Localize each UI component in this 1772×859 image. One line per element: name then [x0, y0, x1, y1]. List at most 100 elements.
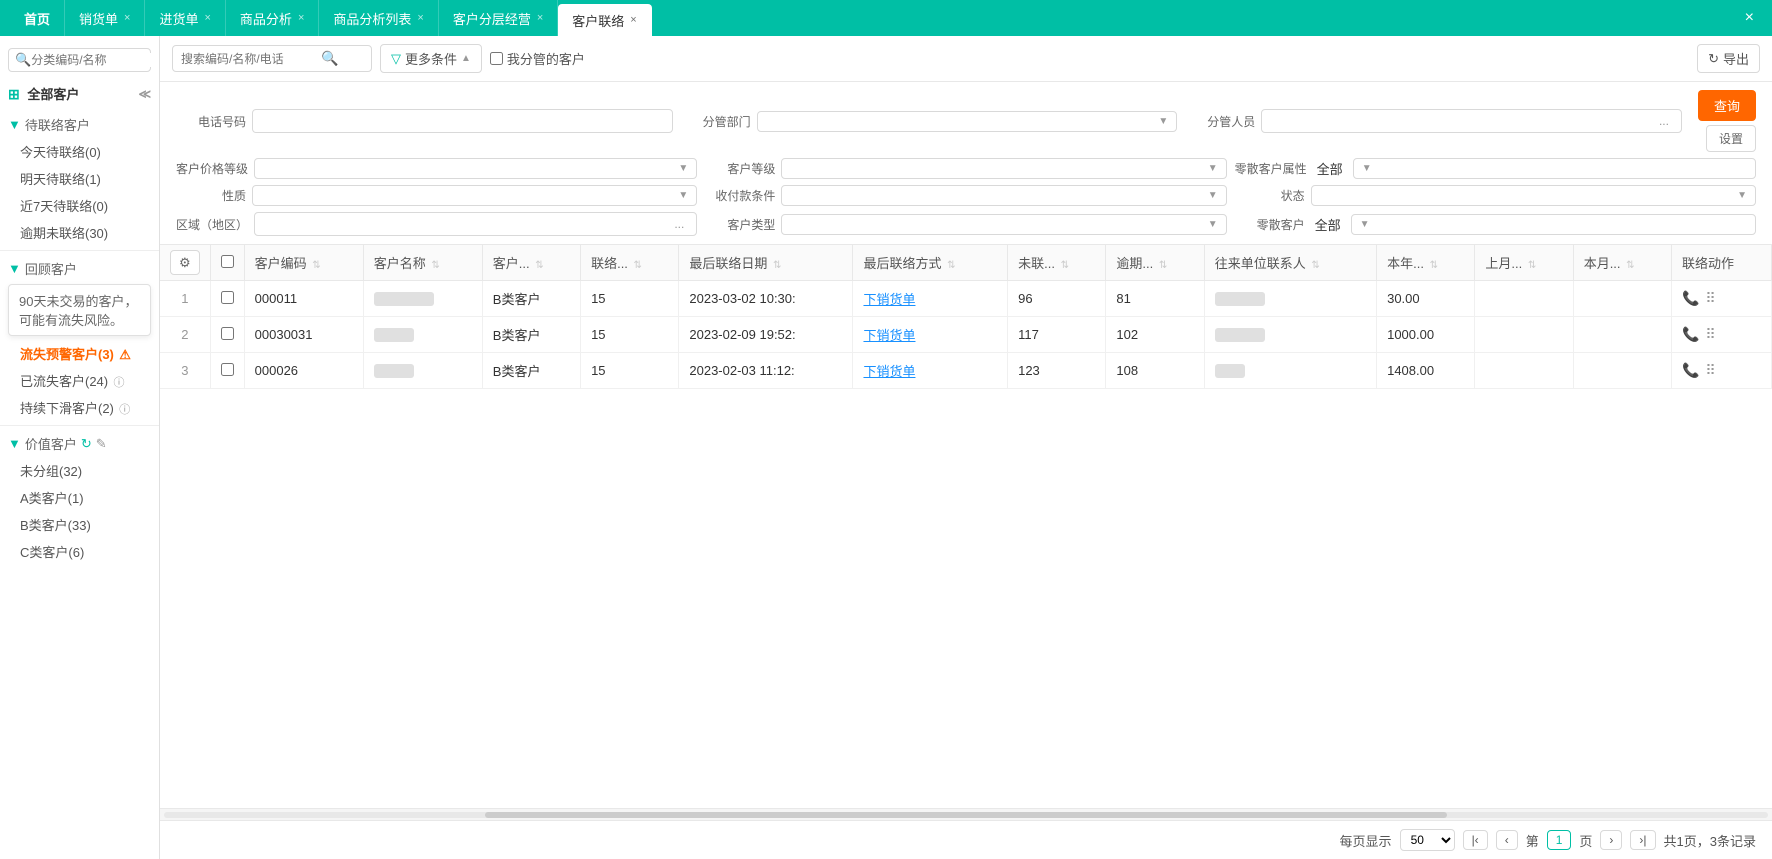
table-row: 3 000026 B类客户 15 2023-02-03 11:12: 下销货单 …	[160, 353, 1772, 389]
sidebar-item-class-b[interactable]: B类客户(33)	[0, 511, 159, 538]
sidebar-item-class-c[interactable]: C类客户(6)	[0, 538, 159, 565]
region-select[interactable]: ...	[254, 212, 697, 236]
sidebar-group-pending-title[interactable]: ▼ 待联络客户	[0, 111, 159, 138]
nav-tab-analysis-table[interactable]: 商品分析列表 ×	[319, 0, 438, 36]
sidebar-item-declining[interactable]: 持续下滑客户(2) ⓘ	[0, 394, 159, 421]
phone-input[interactable]	[252, 109, 673, 133]
more-icon-manager[interactable]: ...	[1655, 114, 1673, 128]
sidebar-item-today[interactable]: 今天待联络(0)	[0, 138, 159, 165]
edit-icon[interactable]: ✎	[96, 436, 107, 452]
row-checkbox-0[interactable]	[221, 291, 234, 304]
action-phone-icon-0[interactable]: 📞	[1682, 290, 1699, 307]
nav-tab-purchase-close[interactable]: ×	[204, 12, 210, 24]
nav-tab-home[interactable]: 首页	[10, 0, 65, 36]
last-page-button[interactable]: ›|	[1630, 830, 1655, 850]
query-button[interactable]: 查询	[1698, 90, 1756, 121]
gender-select[interactable]: ▼	[252, 185, 697, 206]
select-all-checkbox[interactable]	[221, 255, 234, 268]
horizontal-scrollbar[interactable]	[160, 808, 1772, 820]
nav-tab-customer-segment-close[interactable]: ×	[537, 12, 543, 24]
nav-tab-sales[interactable]: 销货单 ×	[65, 0, 145, 36]
price-level-select[interactable]: ▼	[254, 158, 697, 179]
scroll-thumb[interactable]	[485, 812, 1447, 818]
row-last-method-link-1[interactable]: 下销货单	[863, 328, 915, 343]
zero-customer-select[interactable]: ▼	[1351, 214, 1756, 235]
nav-tab-analysis-table-close[interactable]: ×	[417, 12, 423, 24]
th-name[interactable]: 客户名称 ⇅	[363, 245, 482, 281]
prev-page-button[interactable]: ‹	[1496, 830, 1518, 850]
th-contact-count[interactable]: 联络... ⇅	[581, 245, 679, 281]
export-button[interactable]: ↻ 导出	[1697, 44, 1760, 73]
more-icon-region[interactable]: ...	[670, 217, 688, 231]
sidebar-all-customers[interactable]: ⊞ 全部客户 ≪	[0, 80, 159, 107]
th-code[interactable]: 客户编码 ⇅	[244, 245, 363, 281]
th-grade[interactable]: 客户... ⇅	[482, 245, 580, 281]
department-select[interactable]: ▼	[757, 111, 1178, 132]
row-num-2: 3	[160, 353, 210, 389]
th-overdue[interactable]: 逾期... ⇅	[1106, 245, 1204, 281]
sidebar-item-overdue-contact[interactable]: 逾期未联络(30)	[0, 219, 159, 246]
th-last-date[interactable]: 最后联络日期 ⇅	[679, 245, 853, 281]
more-conditions-button[interactable]: ▽ 更多条件 ▲	[380, 44, 482, 73]
my-customers-checkbox-label[interactable]: 我分管的客户	[490, 49, 585, 68]
payment-select[interactable]: ▼	[781, 185, 1226, 206]
sidebar-item-ungrouped[interactable]: 未分组(32)	[0, 457, 159, 484]
nav-tab-customer-contact-close[interactable]: ×	[630, 14, 636, 26]
sidebar-item-churn-warning[interactable]: 流失预警客户(3) ⚠	[0, 340, 159, 367]
main-layout: 🔍 ⊞ 全部客户 ≪ ▼ 待联络客户 今天待联络(0) 明天待联络(1) 近7天	[0, 36, 1772, 859]
filter-search-box[interactable]: 🔍	[172, 45, 372, 72]
action-phone-icon-1[interactable]: 📞	[1682, 326, 1699, 343]
row-overdue-1: 102	[1106, 317, 1204, 353]
row-current-year-0: 30.00	[1377, 281, 1475, 317]
sidebar-search-input[interactable]	[31, 53, 160, 67]
sidebar-group-value-title[interactable]: ▼ 价值客户 ↻ ✎	[0, 430, 159, 457]
close-all-tabs-button[interactable]: ×	[1737, 5, 1762, 31]
sidebar-item-class-a[interactable]: A类客户(1)	[0, 484, 159, 511]
row-checkbox-2[interactable]	[221, 363, 234, 376]
nav-tab-sales-close[interactable]: ×	[124, 12, 130, 24]
nav-tab-customer-contact[interactable]: 客户联络 ×	[558, 4, 651, 36]
nav-tab-purchase[interactable]: 进货单 ×	[145, 0, 225, 36]
row-last-method-link-2[interactable]: 下销货单	[863, 364, 915, 379]
settings-icon-button[interactable]: ⚙	[170, 250, 200, 275]
filter-field-phone: 电话号码	[176, 109, 673, 133]
action-more-icon-2[interactable]: ⠿	[1705, 362, 1715, 379]
sidebar-search-box[interactable]: 🔍	[8, 48, 151, 72]
sidebar-collapse-icon[interactable]: ≪	[138, 87, 151, 101]
nav-tab-analysis-close[interactable]: ×	[298, 12, 304, 24]
th-last-month[interactable]: 上月... ⇅	[1475, 245, 1573, 281]
nav-tab-analysis[interactable]: 商品分析 ×	[226, 0, 319, 36]
filter-search-input[interactable]	[181, 52, 321, 66]
sidebar-item-tomorrow[interactable]: 明天待联络(1)	[0, 165, 159, 192]
sidebar-item-churned[interactable]: 已流失客户(24) ⓘ	[0, 367, 159, 394]
th-this-month[interactable]: 本月... ⇅	[1573, 245, 1671, 281]
next-page-button[interactable]: ›	[1600, 830, 1622, 850]
my-customers-checkbox[interactable]	[490, 52, 503, 65]
row-last-method-link-0[interactable]: 下销货单	[863, 292, 915, 307]
page-size-select[interactable]: 50 100	[1400, 829, 1455, 851]
grade-select[interactable]: ▼	[781, 158, 1226, 179]
manager-select[interactable]: ...	[1261, 109, 1682, 133]
row-actions-2: 📞 ⠿	[1671, 353, 1771, 389]
zero-attr-select[interactable]: ▼	[1353, 158, 1756, 179]
action-phone-icon-2[interactable]: 📞	[1682, 362, 1699, 379]
th-last-method[interactable]: 最后联络方式 ⇅	[853, 245, 1008, 281]
action-more-icon-0[interactable]: ⠿	[1705, 290, 1715, 307]
th-no-contact[interactable]: 未联... ⇅	[1008, 245, 1106, 281]
row-partner-0	[1204, 281, 1376, 317]
settings-button[interactable]: 设置	[1706, 125, 1756, 152]
sidebar-item-7days[interactable]: 近7天待联络(0)	[0, 192, 159, 219]
phone-label: 电话号码	[176, 113, 246, 130]
action-more-icon-1[interactable]: ⠿	[1705, 326, 1715, 343]
filter-search-icon[interactable]: 🔍	[321, 50, 338, 67]
th-current-year[interactable]: 本年... ⇅	[1377, 245, 1475, 281]
status-select[interactable]: ▼	[1311, 185, 1756, 206]
row-checkbox-1[interactable]	[221, 327, 234, 340]
scroll-track[interactable]	[164, 812, 1768, 818]
type-select[interactable]: ▼	[781, 214, 1226, 235]
th-partner[interactable]: 往来单位联系人 ⇅	[1204, 245, 1376, 281]
refresh-icon[interactable]: ↻	[81, 436, 92, 452]
nav-tab-customer-segment[interactable]: 客户分层经营 ×	[439, 0, 558, 36]
sidebar-group-review-title[interactable]: ▼ 回顾客户	[0, 255, 159, 282]
first-page-button[interactable]: |‹	[1463, 830, 1488, 850]
